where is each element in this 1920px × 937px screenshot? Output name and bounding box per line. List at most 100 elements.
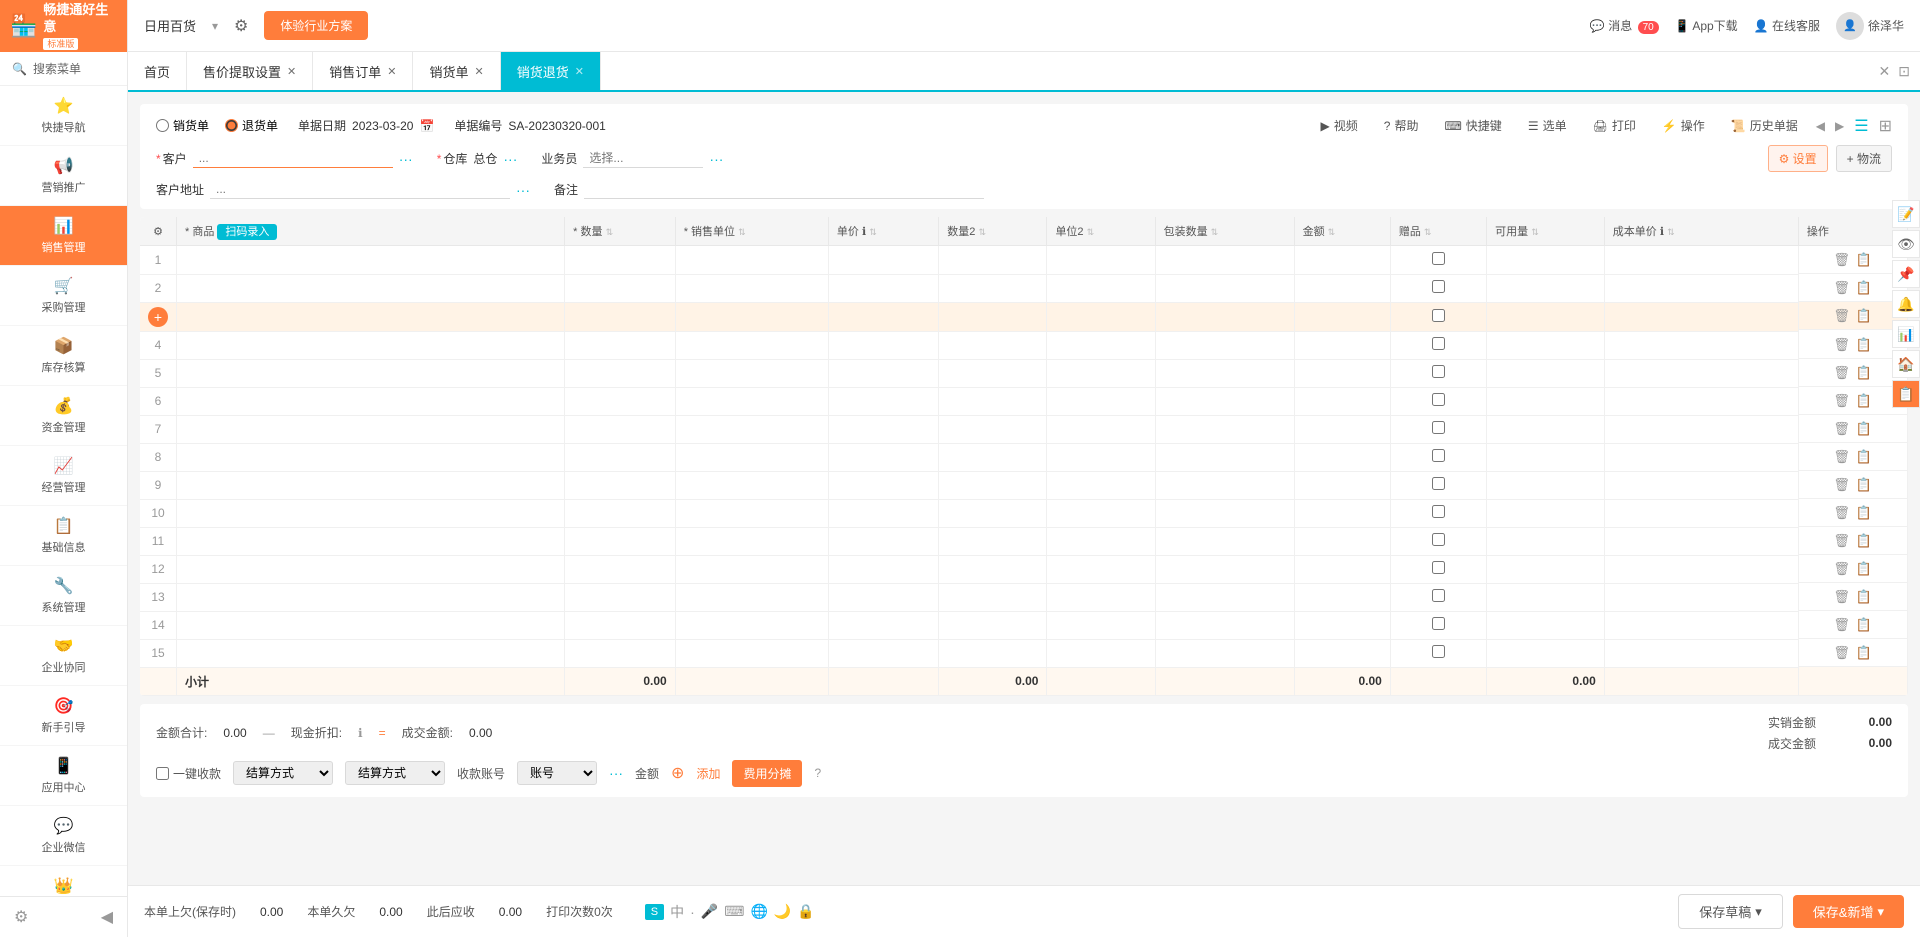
gift-checkbox[interactable]	[1432, 505, 1445, 518]
one-click-payment-check[interactable]: 一键收款	[156, 765, 221, 782]
save-new-btn[interactable]: 保存&新增 ▾	[1793, 895, 1904, 928]
col-unit2-sort[interactable]: ⇅	[1087, 227, 1095, 237]
tab-expand-icon[interactable]: ⊡	[1898, 63, 1910, 80]
tool6-icon[interactable]: 🌙	[774, 903, 791, 920]
fee-split-btn[interactable]: 费用分摊	[732, 760, 802, 787]
gift-checkbox[interactable]	[1432, 449, 1445, 462]
customer-input[interactable]	[193, 149, 393, 168]
col-available-sort[interactable]: ⇅	[1531, 227, 1539, 237]
customer-select-btn[interactable]: ···	[399, 151, 413, 167]
col-amount-sort[interactable]: ⇅	[1328, 227, 1336, 237]
staff-input[interactable]	[583, 149, 703, 168]
panel-icon-6[interactable]: 🏠	[1892, 350, 1920, 378]
sidebar-item-system[interactable]: 🔧 系统管理	[0, 566, 127, 626]
trial-btn[interactable]: 体验行业方案	[264, 11, 368, 40]
tab-sales-return-close[interactable]: ✕	[575, 65, 584, 78]
sidebar-item-apps[interactable]: 📱 应用中心	[0, 746, 127, 806]
copy-row-icon[interactable]: 📋	[1856, 280, 1872, 296]
help-btn[interactable]: ? 帮助	[1376, 114, 1427, 137]
settings-btn[interactable]: ⚙ 设置	[1768, 145, 1828, 172]
sidebar-item-finance[interactable]: 💰 资金管理	[0, 386, 127, 446]
remark-input[interactable]	[584, 180, 984, 199]
fee-info-icon[interactable]: ?	[814, 766, 821, 780]
select-btn[interactable]: ☰ 选单	[1520, 114, 1575, 137]
type-return-radio[interactable]: 退货单	[225, 117, 278, 134]
panel-icon-7[interactable]: 📋	[1892, 380, 1920, 408]
message-btn[interactable]: 💬 消息 70	[1590, 17, 1659, 34]
delete-row-icon[interactable]: 🗑	[1833, 589, 1850, 605]
col-price-sort[interactable]: ⇅	[869, 227, 877, 237]
logistics-btn[interactable]: + 物流	[1836, 145, 1892, 172]
delete-row-icon[interactable]: 🗑	[1833, 505, 1850, 521]
panel-icon-4[interactable]: 🔔	[1892, 290, 1920, 318]
tab-sales-order[interactable]: 销售订单 ✕	[313, 52, 413, 90]
copy-row-icon[interactable]: 📋	[1856, 617, 1872, 633]
account-dots-btn[interactable]: ···	[609, 765, 623, 781]
copy-row-icon[interactable]: 📋	[1856, 393, 1872, 409]
gift-checkbox[interactable]	[1432, 421, 1445, 434]
gift-checkbox[interactable]	[1432, 477, 1445, 490]
tool3-icon[interactable]: 🎤	[701, 903, 718, 920]
panel-icon-2[interactable]: 👁	[1892, 230, 1920, 258]
col-settings[interactable]: ⚙	[140, 217, 177, 246]
online-service-btn[interactable]: 👤 在线客服	[1754, 17, 1820, 34]
type-sales-radio[interactable]: 销货单	[156, 117, 209, 134]
delete-row-icon[interactable]: 🗑	[1833, 252, 1850, 268]
product-cell[interactable]	[177, 274, 565, 302]
delete-row-icon[interactable]: 🗑	[1833, 645, 1850, 661]
gift-checkbox[interactable]	[1432, 617, 1445, 630]
delete-row-icon[interactable]: 🗑	[1833, 308, 1850, 324]
sidebar-item-member[interactable]: 👑 畅会员	[0, 866, 127, 896]
delete-row-icon[interactable]: 🗑	[1833, 533, 1850, 549]
discount-info-icon[interactable]: ℹ	[358, 726, 363, 740]
save-new-dropdown-icon[interactable]: ▾	[1877, 904, 1884, 920]
sidebar-settings-icon[interactable]: ⚙	[14, 907, 28, 927]
panel-icon-3[interactable]: 📌	[1892, 260, 1920, 288]
delete-row-icon[interactable]: 🗑	[1833, 561, 1850, 577]
gift-checkbox[interactable]	[1432, 589, 1445, 602]
tool7-icon[interactable]: 🔒	[797, 903, 814, 920]
sidebar-item-enterprise[interactable]: 🤝 企业协同	[0, 626, 127, 686]
sidebar-item-inventory[interactable]: 📦 库存核算	[0, 326, 127, 386]
tab-home[interactable]: 首页	[128, 52, 187, 90]
copy-row-icon[interactable]: 📋	[1856, 252, 1872, 268]
product-cell[interactable]	[177, 246, 565, 275]
tool4-icon[interactable]: ⌨	[724, 903, 744, 920]
copy-row-icon[interactable]: 📋	[1856, 533, 1872, 549]
user-profile-btn[interactable]: 👤 徐泽华	[1836, 12, 1904, 40]
delete-row-icon[interactable]: 🗑	[1833, 617, 1850, 633]
tab-sales-order-close[interactable]: ✕	[387, 65, 396, 78]
copy-row-icon[interactable]: 📋	[1856, 505, 1872, 521]
copy-row-icon[interactable]: 📋	[1856, 449, 1872, 465]
sidebar-item-wechat[interactable]: 💬 企业微信	[0, 806, 127, 866]
gift-checkbox[interactable]	[1432, 533, 1445, 546]
video-btn[interactable]: ▶ 视频	[1313, 114, 1366, 137]
staff-select-btn[interactable]: ···	[709, 151, 723, 167]
tab-sales-single-close[interactable]: ✕	[475, 65, 484, 78]
copy-row-icon[interactable]: 📋	[1856, 421, 1872, 437]
copy-row-icon[interactable]: 📋	[1856, 561, 1872, 577]
gift-checkbox[interactable]	[1432, 252, 1445, 265]
calc-method-select[interactable]: 结算方式	[345, 761, 445, 785]
tab-sales-single[interactable]: 销货单 ✕	[413, 52, 500, 90]
tab-price-settings-close[interactable]: ✕	[287, 65, 296, 78]
sidebar-item-shortcut[interactable]: ⭐ 快捷导航	[0, 86, 127, 146]
list-view-icon[interactable]: ☰	[1854, 116, 1868, 136]
gift-checkbox[interactable]	[1432, 393, 1445, 406]
copy-row-icon[interactable]: 📋	[1856, 477, 1872, 493]
grid-view-icon[interactable]: ⊞	[1879, 116, 1892, 136]
tool5-icon[interactable]: 🌐	[750, 903, 767, 920]
gift-checkbox[interactable]	[1432, 365, 1445, 378]
topbar-dropdown-icon[interactable]: ▾	[212, 19, 218, 33]
col-gift-sort[interactable]: ⇅	[1424, 227, 1432, 237]
warehouse-select-btn[interactable]: ···	[503, 151, 517, 167]
delete-row-icon[interactable]: 🗑	[1833, 421, 1850, 437]
sidebar-item-operations[interactable]: 📈 经营管理	[0, 446, 127, 506]
add-amount-btn[interactable]: ⊕	[671, 763, 684, 783]
delete-row-icon[interactable]: 🗑	[1833, 337, 1850, 353]
delete-row-icon[interactable]: 🗑	[1833, 477, 1850, 493]
search-menu-item[interactable]: 🔍 搜索菜单	[0, 52, 127, 86]
copy-row-icon[interactable]: 📋	[1856, 589, 1872, 605]
gift-checkbox[interactable]	[1432, 280, 1445, 293]
sidebar-item-sales[interactable]: 📊 销售管理	[0, 206, 127, 266]
